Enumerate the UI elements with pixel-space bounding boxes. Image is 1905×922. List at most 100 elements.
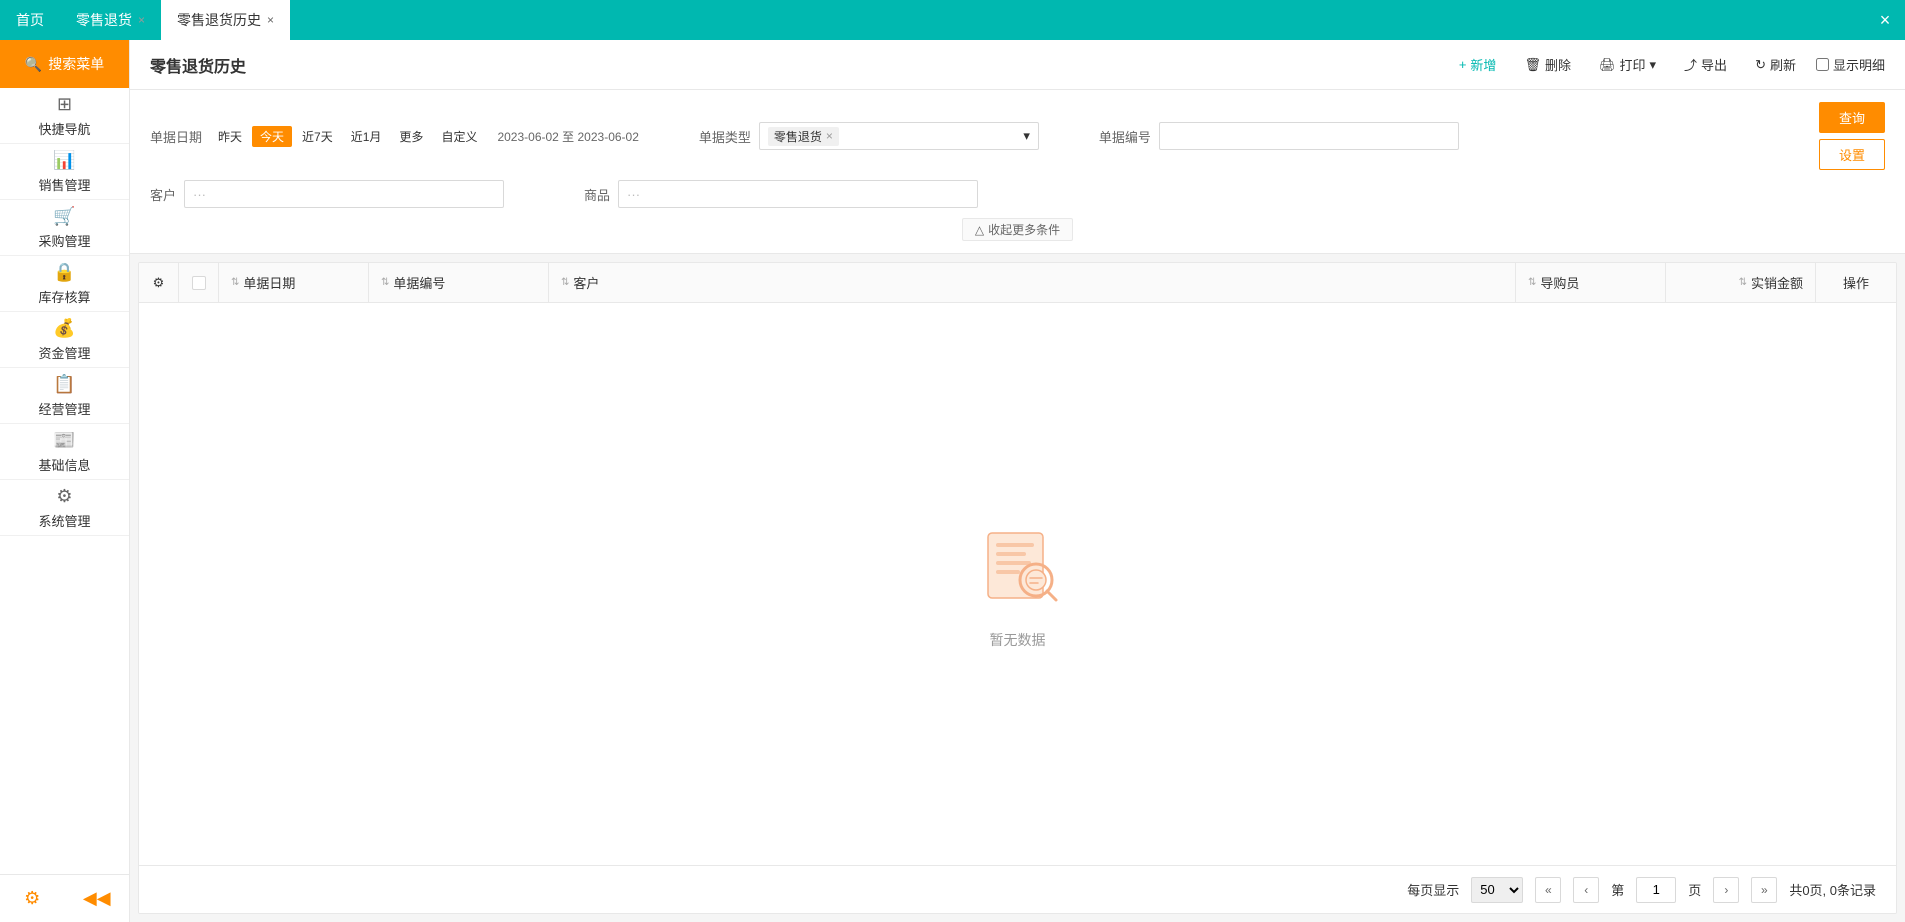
page-title: 零售退货历史 bbox=[150, 53, 1451, 77]
sidebar-item-finance-label: 资金管理 bbox=[38, 343, 90, 362]
collapse-row: △ 收起更多条件 bbox=[150, 218, 1885, 241]
date-tab-custom[interactable]: 自定义 bbox=[433, 126, 485, 147]
window-close-button[interactable]: × bbox=[1865, 0, 1905, 40]
sidebar-item-inventory[interactable]: 🔒 库存核算 bbox=[0, 256, 129, 312]
th-amount-sort-icon: ⇅ bbox=[1739, 277, 1747, 288]
tab-retail-return-label: 零售退货 bbox=[76, 10, 132, 30]
pagination-bar: 每页显示 50 10 20 100 « ‹ 第 页 › bbox=[139, 865, 1896, 913]
new-label: 新增 bbox=[1470, 55, 1496, 74]
filter-customer: 客户 ··· bbox=[150, 180, 504, 208]
finance-icon: 💰 bbox=[53, 318, 75, 339]
sidebar-item-basic-info[interactable]: 📰 基础信息 bbox=[0, 424, 129, 480]
sidebar-settings-button[interactable]: ⚙ bbox=[14, 881, 50, 917]
tab-retail-return-history[interactable]: 零售退货历史 × bbox=[161, 0, 290, 40]
sales-mgmt-icon: 📊 bbox=[53, 150, 75, 171]
sidebar-item-sales-mgmt[interactable]: 📊 销售管理 bbox=[0, 144, 129, 200]
tab-retail-return-close[interactable]: × bbox=[138, 13, 145, 27]
table-settings-icon: ⚙ bbox=[153, 275, 165, 291]
th-amount[interactable]: ⇅ 实销金额 bbox=[1666, 263, 1816, 302]
export-icon: ⤴ bbox=[1684, 55, 1697, 74]
date-tab-today[interactable]: 今天 bbox=[252, 126, 292, 147]
bill-type-tag-close[interactable]: × bbox=[826, 129, 833, 143]
th-guide-label: 导购员 bbox=[1540, 273, 1579, 292]
table-header: ⚙ ⇅ 单据日期 ⇅ 单据编号 ⇅ 客户 ⇅ bbox=[139, 263, 1896, 303]
filter-row-1: 单据日期 昨天 今天 近7天 近1月 更多 自定义 2023-06-02 至 2… bbox=[150, 102, 1885, 170]
date-tab-1month[interactable]: 近1月 bbox=[343, 126, 390, 147]
page-unit: 页 bbox=[1688, 880, 1701, 899]
bill-type-select[interactable]: 零售退货 × ▾ bbox=[759, 122, 1039, 150]
th-bill-date[interactable]: ⇅ 单据日期 bbox=[219, 263, 369, 302]
tab-retail-return[interactable]: 零售退货 × bbox=[60, 0, 161, 40]
empty-illustration bbox=[968, 518, 1068, 618]
top-tab-bar: 首页 零售退货 × 零售退货历史 × × bbox=[0, 0, 1905, 40]
sidebar-item-sys-mgmt-label: 系统管理 bbox=[38, 511, 90, 530]
goods-placeholder: ··· bbox=[627, 187, 640, 202]
operations-icon: 📋 bbox=[53, 374, 75, 395]
th-guide[interactable]: ⇅ 导购员 bbox=[1516, 263, 1666, 302]
page-label: 第 bbox=[1611, 880, 1624, 899]
th-settings[interactable]: ⚙ bbox=[139, 263, 179, 302]
export-button[interactable]: ⤴ 导出 bbox=[1676, 51, 1735, 78]
purchase-mgmt-icon: 🛒 bbox=[53, 206, 75, 227]
query-button[interactable]: 查询 bbox=[1819, 102, 1885, 133]
delete-icon: 🗑 bbox=[1524, 57, 1541, 73]
next-page-button[interactable]: › bbox=[1713, 877, 1739, 903]
show-detail-input[interactable] bbox=[1816, 58, 1829, 71]
th-bill-no[interactable]: ⇅ 单据编号 bbox=[369, 263, 549, 302]
filter-bill-date: 单据日期 昨天 今天 近7天 近1月 更多 自定义 2023-06-02 至 2… bbox=[150, 126, 639, 147]
export-label: 导出 bbox=[1701, 55, 1727, 74]
bill-type-tag: 零售退货 × bbox=[768, 127, 839, 146]
tab-home[interactable]: 首页 bbox=[0, 0, 60, 40]
sidebar-item-inventory-label: 库存核算 bbox=[38, 287, 90, 306]
sidebar-item-operations[interactable]: 📋 经营管理 bbox=[0, 368, 129, 424]
collapse-button[interactable]: △ 收起更多条件 bbox=[962, 218, 1073, 241]
last-page-button[interactable]: » bbox=[1751, 877, 1777, 903]
basic-info-icon: 📰 bbox=[53, 430, 75, 451]
print-icon: 🖨 bbox=[1599, 57, 1616, 73]
tab-home-label: 首页 bbox=[16, 10, 44, 30]
page-size-select[interactable]: 50 10 20 100 bbox=[1471, 877, 1523, 903]
goods-select[interactable]: ··· bbox=[618, 180, 978, 208]
th-customer[interactable]: ⇅ 客户 bbox=[549, 263, 1516, 302]
sys-mgmt-icon: ⚙ bbox=[56, 486, 72, 507]
search-icon: 🔍 bbox=[25, 56, 42, 73]
toolbar: + 新增 🗑 删除 🖨 打印 ▾ ⤴ 导出 ↻ 刷新 bbox=[1451, 51, 1885, 78]
th-bill-no-sort-icon: ⇅ bbox=[381, 277, 389, 288]
total-info: 共0页, 0条记录 bbox=[1789, 880, 1876, 899]
sidebar-item-finance[interactable]: 💰 资金管理 bbox=[0, 312, 129, 368]
print-button[interactable]: 🖨 打印 ▾ bbox=[1591, 51, 1664, 78]
sidebar-item-sys-mgmt[interactable]: ⚙ 系统管理 bbox=[0, 480, 129, 536]
action-buttons: 查询 设置 bbox=[1819, 102, 1885, 170]
page-number-input[interactable] bbox=[1636, 877, 1676, 903]
content-area: 零售退货历史 + 新增 🗑 删除 🖨 打印 ▾ ⤴ 导出 bbox=[130, 40, 1905, 922]
new-button[interactable]: + 新增 bbox=[1451, 51, 1505, 78]
sidebar-volume-button[interactable]: ◀◀ bbox=[79, 881, 115, 917]
first-page-button[interactable]: « bbox=[1535, 877, 1561, 903]
quick-nav-icon: ⊞ bbox=[57, 94, 72, 115]
th-amount-label: 实销金额 bbox=[1751, 273, 1803, 292]
prev-page-button[interactable]: ‹ bbox=[1573, 877, 1599, 903]
empty-state: 暂无数据 bbox=[968, 518, 1068, 650]
filter-bill-type: 单据类型 零售退货 × ▾ bbox=[699, 122, 1039, 150]
delete-label: 删除 bbox=[1545, 55, 1571, 74]
refresh-button[interactable]: ↻ 刷新 bbox=[1747, 51, 1804, 78]
tab-retail-return-history-close[interactable]: × bbox=[267, 13, 274, 27]
filter-settings-button[interactable]: 设置 bbox=[1819, 139, 1885, 170]
sidebar-search[interactable]: 🔍 搜索菜单 bbox=[0, 40, 129, 88]
filter-area: 单据日期 昨天 今天 近7天 近1月 更多 自定义 2023-06-02 至 2… bbox=[130, 90, 1905, 254]
date-tab-7days[interactable]: 近7天 bbox=[294, 126, 341, 147]
date-tab-more[interactable]: 更多 bbox=[391, 126, 431, 147]
select-all-checkbox[interactable] bbox=[192, 276, 206, 290]
show-detail-checkbox[interactable]: 显示明细 bbox=[1816, 55, 1885, 74]
sidebar-item-purchase-mgmt[interactable]: 🛒 采购管理 bbox=[0, 200, 129, 256]
th-checkbox[interactable] bbox=[179, 263, 219, 302]
bill-type-tag-value: 零售退货 bbox=[774, 128, 822, 145]
bill-no-input[interactable] bbox=[1159, 122, 1459, 150]
sidebar-item-quick-nav[interactable]: ⊞ 快捷导航 bbox=[0, 88, 129, 144]
th-guide-sort-icon: ⇅ bbox=[1528, 277, 1536, 288]
th-action: 操作 bbox=[1816, 263, 1896, 302]
date-tab-yesterday[interactable]: 昨天 bbox=[210, 126, 250, 147]
delete-button[interactable]: 🗑 删除 bbox=[1516, 51, 1579, 78]
goods-label: 商品 bbox=[584, 185, 610, 204]
customer-select[interactable]: ··· bbox=[184, 180, 504, 208]
